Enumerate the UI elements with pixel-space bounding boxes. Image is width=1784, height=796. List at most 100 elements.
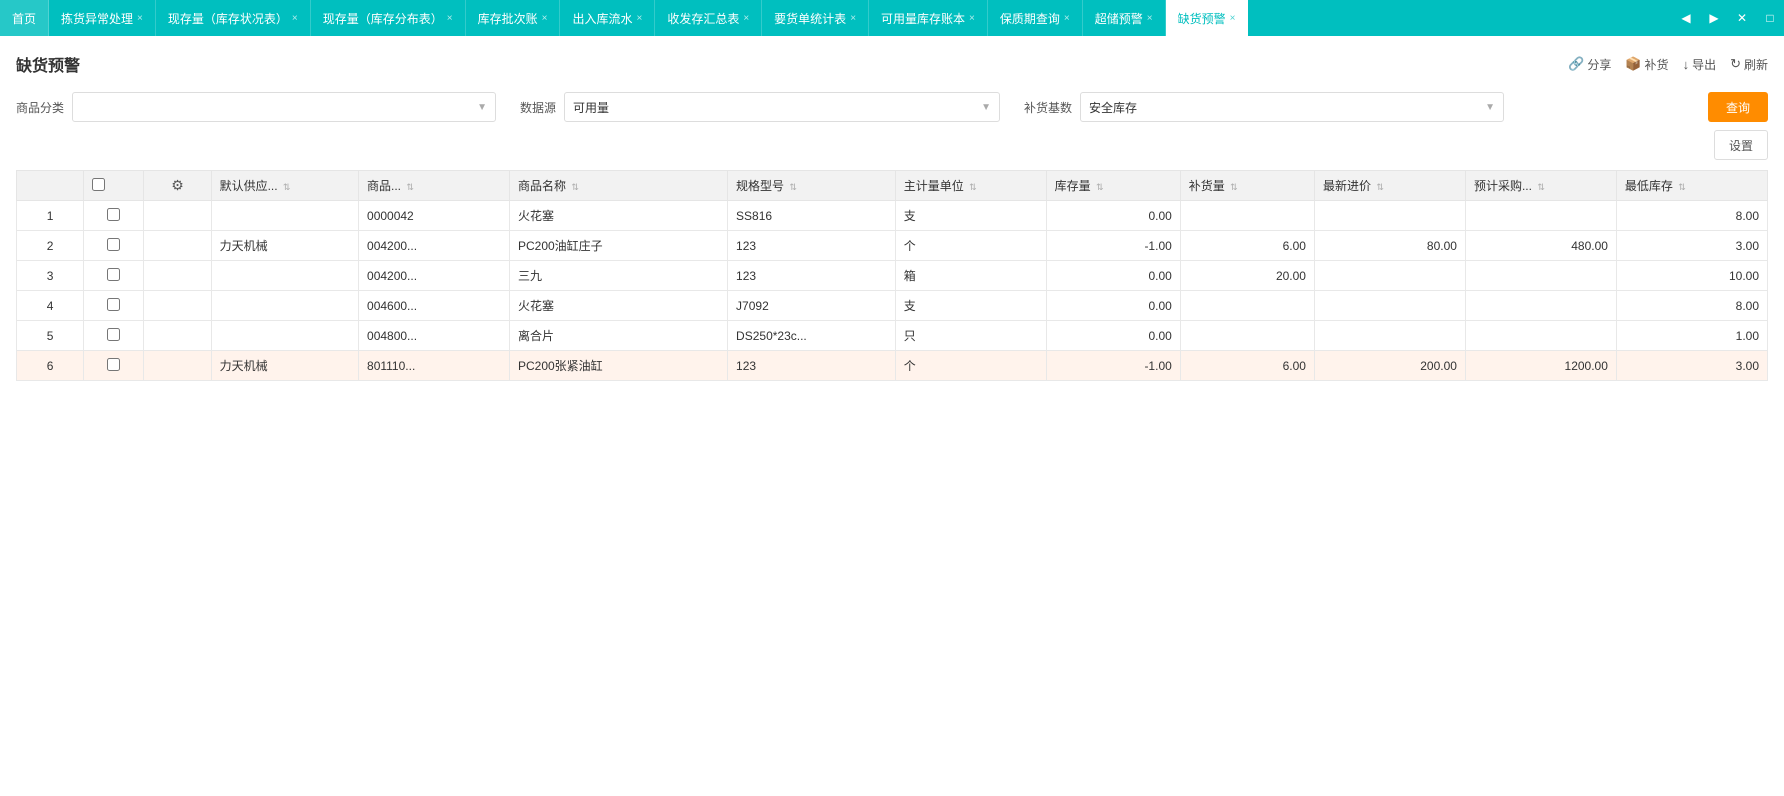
row-supplier: 力天机械 bbox=[211, 351, 358, 381]
close-icon[interactable]: × bbox=[636, 13, 642, 24]
replenish-value: 安全库存 bbox=[1089, 99, 1485, 116]
sort-icon: ⇅ bbox=[283, 182, 291, 192]
row-select-checkbox[interactable] bbox=[107, 298, 120, 311]
replenish-icon: 📦 bbox=[1625, 56, 1641, 72]
row-name: 火花塞 bbox=[509, 201, 727, 231]
col-header-replenish[interactable]: 补货量 ⇅ bbox=[1180, 171, 1314, 201]
gear-icon[interactable]: ⚙ bbox=[171, 177, 184, 193]
datasource-value: 可用量 bbox=[573, 99, 981, 116]
nav-tab-home[interactable]: 首页 bbox=[0, 0, 49, 36]
nav-tab-expiry[interactable]: 保质期查询 × bbox=[988, 0, 1083, 36]
close-icon[interactable]: × bbox=[850, 13, 856, 24]
row-checkbox[interactable] bbox=[84, 261, 144, 291]
row-spacer bbox=[144, 291, 211, 321]
select-all-checkbox[interactable] bbox=[92, 178, 105, 191]
chevron-down-icon: ▼ bbox=[477, 102, 487, 113]
col-header-purchase[interactable]: 预计采购... ⇅ bbox=[1465, 171, 1616, 201]
nav-tab-inventory-dist[interactable]: 现存量（库存分布表） × bbox=[311, 0, 466, 36]
row-checkbox[interactable] bbox=[84, 201, 144, 231]
row-spec: 123 bbox=[728, 351, 896, 381]
col-header-code[interactable]: 商品... ⇅ bbox=[359, 171, 510, 201]
row-number: 4 bbox=[17, 291, 84, 321]
close-icon[interactable]: × bbox=[447, 13, 453, 24]
close-icon[interactable]: × bbox=[292, 13, 298, 24]
nav-tab-flow[interactable]: 出入库流水 × bbox=[560, 0, 655, 36]
row-purchase: 1200.00 bbox=[1465, 351, 1616, 381]
col-header-name[interactable]: 商品名称 ⇅ bbox=[509, 171, 727, 201]
nav-tab-requisition[interactable]: 要货单统计表 × bbox=[762, 0, 869, 36]
sort-icon: ⇅ bbox=[571, 182, 579, 192]
data-table: ⚙ 默认供应... ⇅ 商品... ⇅ 商品名称 ⇅ 规格型号 ⇅ bbox=[16, 170, 1768, 381]
row-spec: DS250*23c... bbox=[728, 321, 896, 351]
nav-prev-button[interactable]: ◀ bbox=[1672, 0, 1700, 36]
row-unit: 个 bbox=[895, 351, 1046, 381]
settings-button[interactable]: 设置 bbox=[1714, 130, 1768, 160]
col-header-price[interactable]: 最新进价 ⇅ bbox=[1314, 171, 1465, 201]
nav-tab-overstock[interactable]: 超储预警 × bbox=[1083, 0, 1166, 36]
share-button[interactable]: 🔗 分享 bbox=[1568, 56, 1611, 73]
nav-tab-summary[interactable]: 收发存汇总表 × bbox=[655, 0, 762, 36]
replenish-label: 补货基数 bbox=[1024, 99, 1072, 116]
col-header-unit[interactable]: 主计量单位 ⇅ bbox=[895, 171, 1046, 201]
col-header-minstock[interactable]: 最低库存 ⇅ bbox=[1616, 171, 1767, 201]
row-price: 200.00 bbox=[1314, 351, 1465, 381]
row-select-checkbox[interactable] bbox=[107, 328, 120, 341]
close-icon[interactable]: × bbox=[1064, 13, 1070, 24]
row-unit: 箱 bbox=[895, 261, 1046, 291]
row-purchase bbox=[1465, 201, 1616, 231]
row-minstock: 10.00 bbox=[1616, 261, 1767, 291]
nav-tab-shortage[interactable]: 缺货预警 × bbox=[1166, 0, 1249, 36]
nav-expand-button[interactable]: □ bbox=[1756, 0, 1784, 36]
nav-tab-inventory-status[interactable]: 现存量（库存状况表） × bbox=[156, 0, 311, 36]
row-spec: 123 bbox=[728, 231, 896, 261]
nav-close-button[interactable]: ✕ bbox=[1728, 0, 1756, 36]
row-checkbox[interactable] bbox=[84, 231, 144, 261]
row-spacer bbox=[144, 201, 211, 231]
row-code: 004200... bbox=[359, 261, 510, 291]
row-name: 三九 bbox=[509, 261, 727, 291]
row-select-checkbox[interactable] bbox=[107, 358, 120, 371]
close-icon[interactable]: × bbox=[1230, 13, 1236, 24]
query-button[interactable]: 查询 bbox=[1708, 92, 1768, 122]
nav-tab-picking[interactable]: 拣货异常处理 × bbox=[49, 0, 156, 36]
row-supplier: 力天机械 bbox=[211, 231, 358, 261]
close-icon[interactable]: × bbox=[1147, 13, 1153, 24]
refresh-button[interactable]: ↻ 刷新 bbox=[1730, 56, 1768, 73]
col-header-stock[interactable]: 库存量 ⇅ bbox=[1046, 171, 1180, 201]
close-icon[interactable]: × bbox=[743, 13, 749, 24]
datasource-select[interactable]: 可用量 ▼ bbox=[564, 92, 1000, 122]
nav-tab-batch[interactable]: 库存批次账 × bbox=[466, 0, 561, 36]
row-spacer bbox=[144, 231, 211, 261]
row-minstock: 1.00 bbox=[1616, 321, 1767, 351]
close-icon[interactable]: × bbox=[969, 13, 975, 24]
replenish-button[interactable]: 📦 补货 bbox=[1625, 56, 1668, 73]
category-select[interactable]: ▼ bbox=[72, 92, 496, 122]
row-select-checkbox[interactable] bbox=[107, 208, 120, 221]
col-header-supplier[interactable]: 默认供应... ⇅ bbox=[211, 171, 358, 201]
row-minstock: 3.00 bbox=[1616, 231, 1767, 261]
row-unit: 支 bbox=[895, 201, 1046, 231]
page-title-row: 缺货预警 🔗 分享 📦 补货 ↓ 导出 ↻ 刷新 bbox=[16, 52, 1768, 76]
row-price bbox=[1314, 321, 1465, 351]
row-supplier bbox=[211, 291, 358, 321]
row-checkbox[interactable] bbox=[84, 321, 144, 351]
row-stock: -1.00 bbox=[1046, 351, 1180, 381]
row-select-checkbox[interactable] bbox=[107, 268, 120, 281]
refresh-icon: ↻ bbox=[1730, 56, 1741, 72]
row-checkbox[interactable] bbox=[84, 351, 144, 381]
nav-tab-available[interactable]: 可用量库存账本 × bbox=[869, 0, 988, 36]
export-button[interactable]: ↓ 导出 bbox=[1683, 56, 1717, 73]
filter-main: 商品分类 ▼ 数据源 可用量 ▼ 补货基数 bbox=[16, 92, 1676, 132]
col-header-spec[interactable]: 规格型号 ⇅ bbox=[728, 171, 896, 201]
row-select-checkbox[interactable] bbox=[107, 238, 120, 251]
row-spec: J7092 bbox=[728, 291, 896, 321]
row-price: 80.00 bbox=[1314, 231, 1465, 261]
nav-next-button[interactable]: ▶ bbox=[1700, 0, 1728, 36]
row-purchase: 480.00 bbox=[1465, 231, 1616, 261]
close-icon[interactable]: × bbox=[542, 13, 548, 24]
top-navigation: 首页 拣货异常处理 × 现存量（库存状况表） × 现存量（库存分布表） × 库存… bbox=[0, 0, 1784, 36]
close-icon[interactable]: × bbox=[137, 13, 143, 24]
row-checkbox[interactable] bbox=[84, 291, 144, 321]
replenish-select[interactable]: 安全库存 ▼ bbox=[1080, 92, 1504, 122]
row-name: PC200油缸庄子 bbox=[509, 231, 727, 261]
